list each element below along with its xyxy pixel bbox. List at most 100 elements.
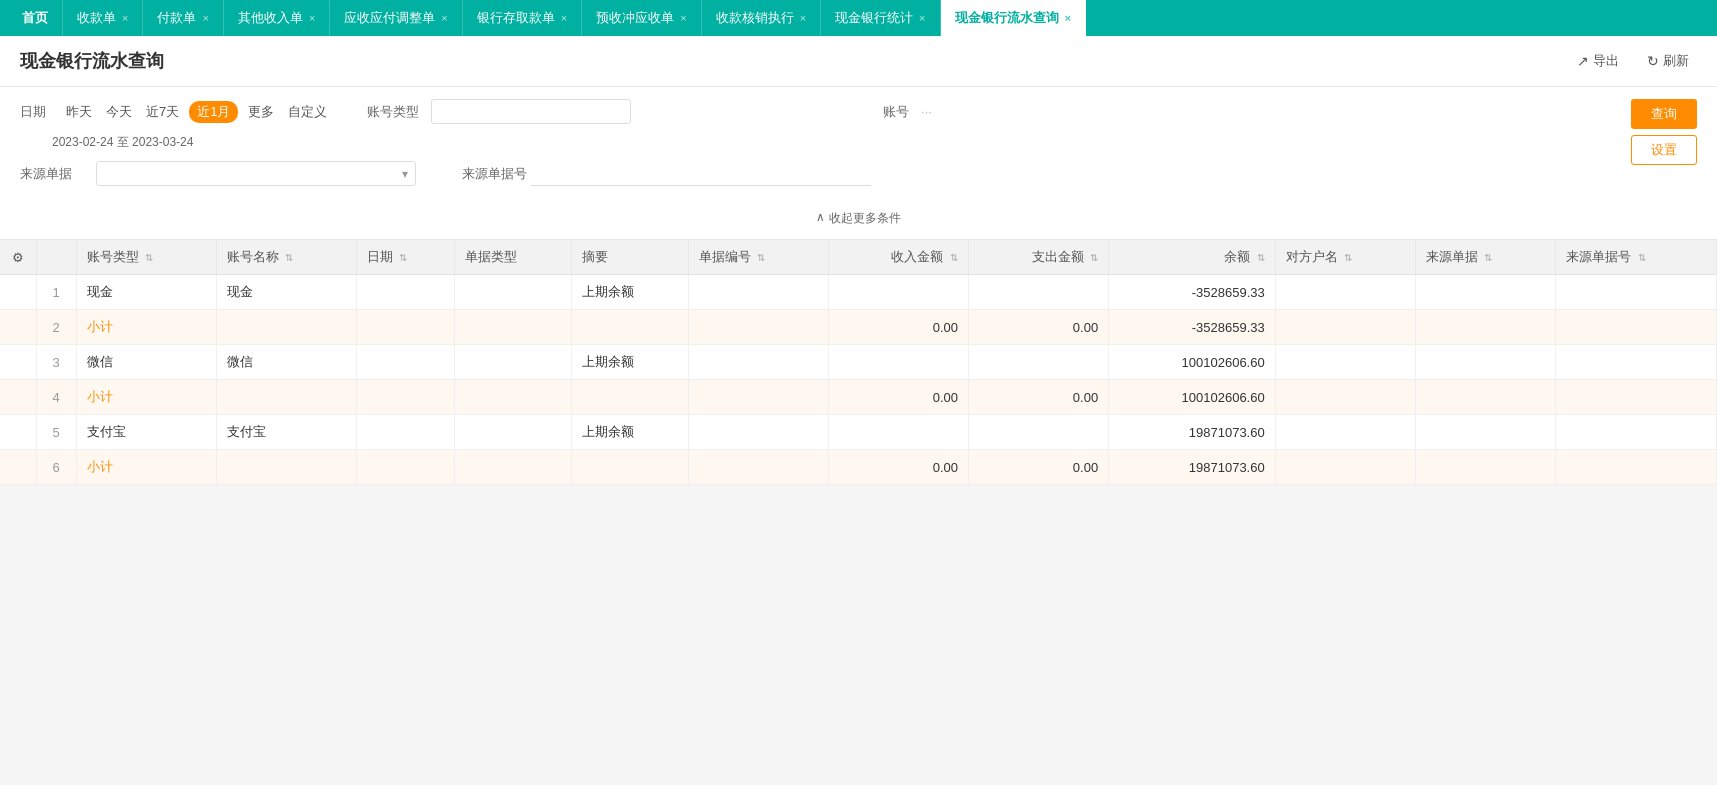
td-doc-type xyxy=(455,310,572,345)
td-source-doc xyxy=(1415,415,1555,450)
td-income xyxy=(828,345,968,380)
th-rownum xyxy=(36,240,76,275)
nav-tab-yingshouyingfu[interactable]: 应收应付调整单 × xyxy=(330,0,462,36)
sort-icon: ⇅ xyxy=(757,252,765,263)
td-rownum: 2 xyxy=(36,310,76,345)
nav-tab-yushouChong[interactable]: 预收冲应收单 × xyxy=(582,0,701,36)
close-icon[interactable]: × xyxy=(202,12,208,24)
td-summary xyxy=(572,310,689,345)
export-button[interactable]: ↗ 导出 xyxy=(1569,48,1627,74)
date-opt-yesterday[interactable]: 昨天 xyxy=(62,101,96,123)
close-icon[interactable]: × xyxy=(309,12,315,24)
nav-home[interactable]: 首页 xyxy=(8,0,63,36)
nav-tab-qitashouru[interactable]: 其他收入单 × xyxy=(224,0,330,36)
td-doc-type xyxy=(455,450,572,485)
table-row: 3微信微信上期余额100102606.60 xyxy=(0,345,1717,380)
table-container: ⚙ 账号类型 ⇅ 账号名称 ⇅ 日期 ⇅ 单据类型 xyxy=(0,240,1717,485)
collapse-more-btn[interactable]: ∧ 收起更多条件 xyxy=(20,206,1697,231)
close-icon[interactable]: × xyxy=(1065,12,1071,24)
td-source-doc-no xyxy=(1555,310,1716,345)
date-opt-custom[interactable]: 自定义 xyxy=(284,101,331,123)
gear-icon[interactable]: ⚙ xyxy=(12,250,24,265)
td-date xyxy=(356,415,455,450)
td-summary xyxy=(572,450,689,485)
th-balance[interactable]: 余额 ⇅ xyxy=(1109,240,1276,275)
export-label: 导出 xyxy=(1593,52,1619,70)
th-counterpart[interactable]: 对方户名 ⇅ xyxy=(1275,240,1415,275)
date-options: 昨天 今天 近7天 近1月 更多 自定义 xyxy=(62,101,331,123)
th-gear[interactable]: ⚙ xyxy=(0,240,36,275)
td-income xyxy=(828,275,968,310)
nav-tab-fukuandan[interactable]: 付款单 × xyxy=(143,0,223,36)
th-account-type[interactable]: 账号类型 ⇅ xyxy=(76,240,216,275)
close-icon[interactable]: × xyxy=(561,12,567,24)
td-income: 0.00 xyxy=(828,450,968,485)
td-gear xyxy=(0,310,36,345)
td-account-type: 小计 xyxy=(76,450,216,485)
th-source-doc-no[interactable]: 来源单据号 ⇅ xyxy=(1555,240,1716,275)
close-icon[interactable]: × xyxy=(680,12,686,24)
date-opt-more[interactable]: 更多 xyxy=(244,101,278,123)
th-summary[interactable]: 摘要 xyxy=(572,240,689,275)
th-doc-no[interactable]: 单据编号 ⇅ xyxy=(688,240,828,275)
settings-button[interactable]: 设置 xyxy=(1631,135,1697,165)
close-icon[interactable]: × xyxy=(919,12,925,24)
td-balance: 100102606.60 xyxy=(1109,380,1276,415)
account-type-select[interactable] xyxy=(431,99,631,124)
account-label: 账号 xyxy=(883,104,909,119)
td-rownum: 1 xyxy=(36,275,76,310)
td-doc-no xyxy=(688,380,828,415)
close-icon[interactable]: × xyxy=(441,12,447,24)
refresh-button[interactable]: ↻ 刷新 xyxy=(1639,48,1697,74)
td-expense xyxy=(969,415,1109,450)
refresh-icon: ↻ xyxy=(1647,53,1659,69)
date-opt-1month[interactable]: 近1月 xyxy=(189,101,238,123)
source-doc-select[interactable] xyxy=(96,161,416,186)
td-doc-no xyxy=(688,345,828,380)
td-summary xyxy=(572,380,689,415)
td-account-type: 微信 xyxy=(76,345,216,380)
nav-tab-label: 收款单 xyxy=(77,9,116,27)
nav-tab-shoukuanhexiao[interactable]: 收款核销执行 × xyxy=(702,0,821,36)
sort-icon: ⇅ xyxy=(285,252,293,263)
th-expense[interactable]: 支出金额 ⇅ xyxy=(969,240,1109,275)
th-account-name[interactable]: 账号名称 ⇅ xyxy=(216,240,356,275)
account-more-btn[interactable]: ··· xyxy=(921,104,932,119)
source-doc-no-input[interactable] xyxy=(531,162,871,186)
close-icon[interactable]: × xyxy=(800,12,806,24)
td-summary: 上期余额 xyxy=(572,415,689,450)
nav-tab-label: 现金银行统计 xyxy=(835,9,913,27)
date-opt-7days[interactable]: 近7天 xyxy=(142,101,183,123)
td-account-name xyxy=(216,310,356,345)
nav-home-label: 首页 xyxy=(22,9,48,27)
td-date xyxy=(356,450,455,485)
nav-tab-shoukuandan[interactable]: 收款单 × xyxy=(63,0,143,36)
td-summary: 上期余额 xyxy=(572,275,689,310)
date-opt-today[interactable]: 今天 xyxy=(102,101,136,123)
close-icon[interactable]: × xyxy=(122,12,128,24)
table-row: 1现金现金上期余额-3528659.33 xyxy=(0,275,1717,310)
td-rownum: 5 xyxy=(36,415,76,450)
td-account-name: 支付宝 xyxy=(216,415,356,450)
nav-tab-label: 付款单 xyxy=(157,9,196,27)
nav-tab-yinhangcunqu[interactable]: 银行存取款单 × xyxy=(463,0,582,36)
td-gear xyxy=(0,415,36,450)
td-gear xyxy=(0,450,36,485)
th-doc-type[interactable]: 单据类型 xyxy=(455,240,572,275)
td-balance: -3528659.33 xyxy=(1109,275,1276,310)
td-income xyxy=(828,415,968,450)
th-income[interactable]: 收入金额 ⇅ xyxy=(828,240,968,275)
nav-tab-xianjin-liushui[interactable]: 现金银行流水查询 × xyxy=(941,0,1086,36)
th-date[interactable]: 日期 ⇅ xyxy=(356,240,455,275)
nav-tab-xianjinyinhang-stat[interactable]: 现金银行统计 × xyxy=(821,0,940,36)
td-expense xyxy=(969,345,1109,380)
td-doc-type xyxy=(455,415,572,450)
td-summary: 上期余额 xyxy=(572,345,689,380)
th-source-doc[interactable]: 来源单据 ⇅ xyxy=(1415,240,1555,275)
query-button[interactable]: 查询 xyxy=(1631,99,1697,129)
nav-tab-label: 预收冲应收单 xyxy=(596,9,674,27)
td-counterpart xyxy=(1275,310,1415,345)
td-source-doc-no xyxy=(1555,380,1716,415)
table-row: 6小计0.000.0019871073.60 xyxy=(0,450,1717,485)
td-date xyxy=(356,310,455,345)
